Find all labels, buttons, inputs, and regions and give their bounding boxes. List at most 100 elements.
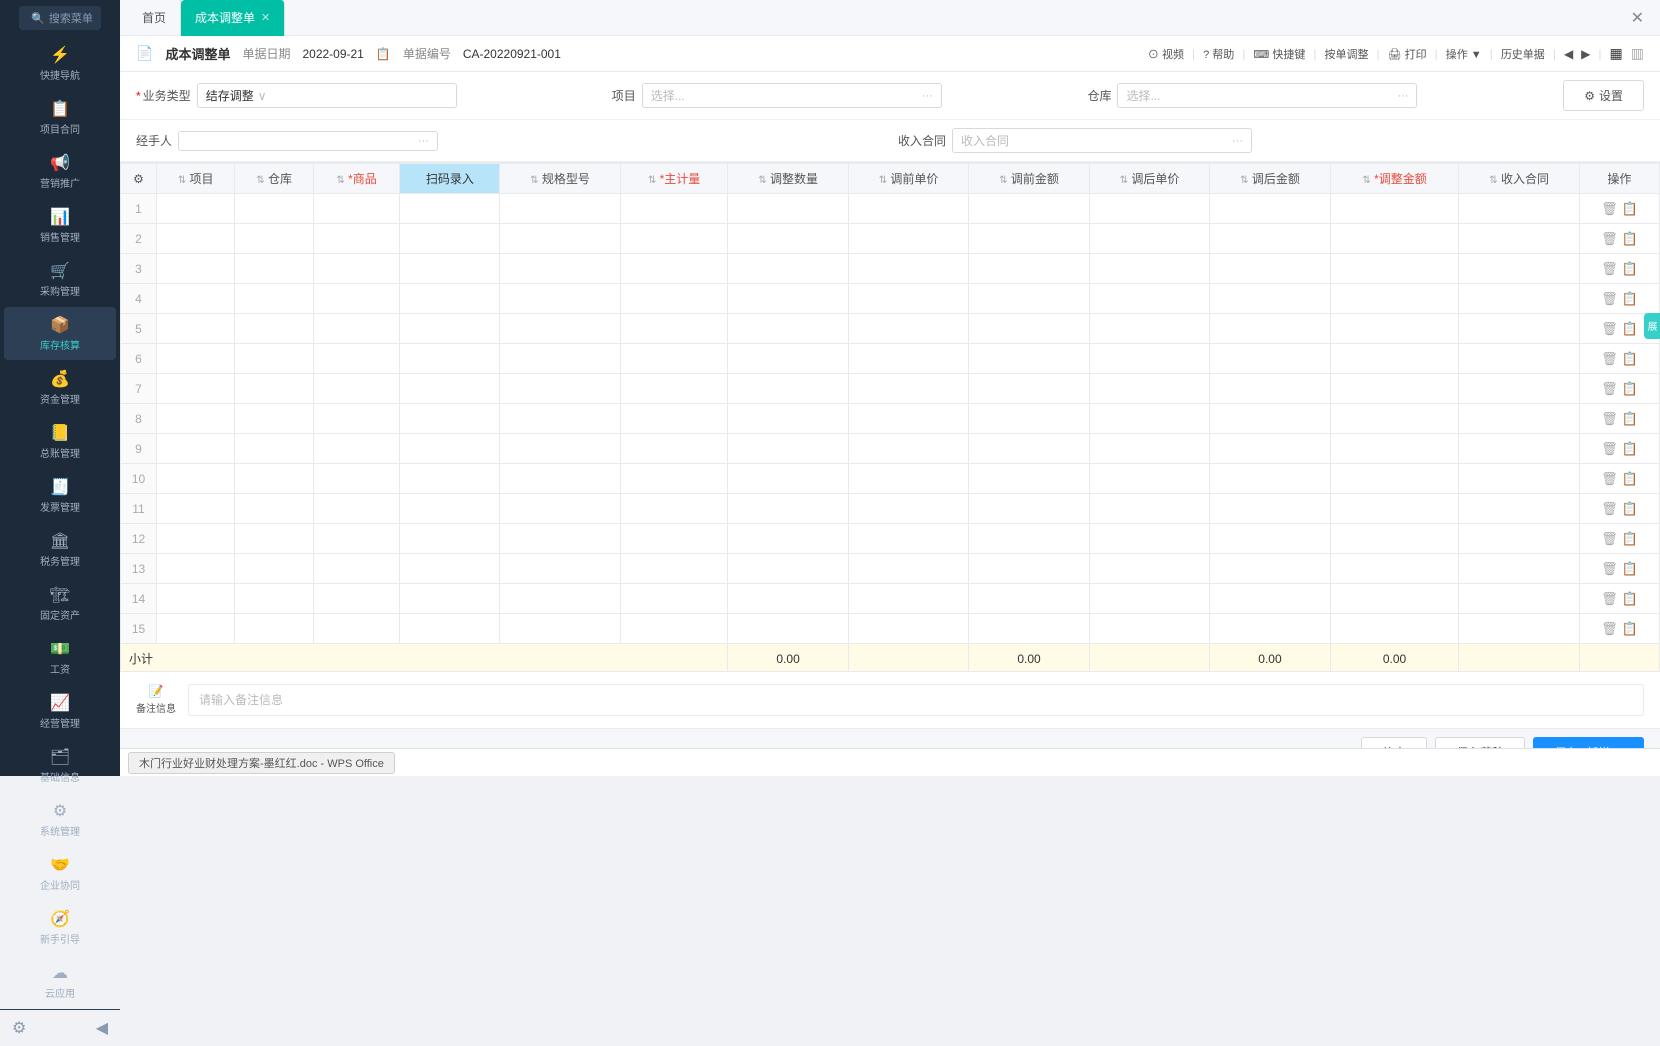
cell-r10-c2[interactable] [235,464,313,494]
cell-r1-c6[interactable] [620,194,728,224]
cell-r3-c10[interactable] [1089,254,1209,284]
cell-r15-c9[interactable] [969,614,1089,644]
col-settings[interactable]: ⚙ [121,164,157,194]
income-contract-input[interactable]: 收入合同 ··· [952,128,1252,153]
cell-r5-c11[interactable] [1210,314,1330,344]
nav-prev-btn[interactable]: ◀ [1564,47,1573,61]
cell-r12-c8[interactable] [848,524,968,554]
cell-r9-c6[interactable] [620,434,728,464]
cell-r8-c4[interactable] [400,404,500,434]
sidebar-item-sales-promotion[interactable]: 📢 营销推广 [4,145,116,198]
copy-row-btn[interactable]: 📋 [1622,411,1638,427]
cell-r2-c4[interactable] [400,224,500,254]
delete-row-btn[interactable]: 🗑 [1601,501,1618,517]
cell-r7-c12[interactable] [1330,374,1459,404]
sidebar-item-business-mgmt[interactable]: 📈 经营管理 [4,685,116,738]
cell-r13-c4[interactable] [400,554,500,584]
cell-r5-c6[interactable] [620,314,728,344]
copy-row-btn[interactable]: 📋 [1622,351,1638,367]
cell-r2-c10[interactable] [1089,224,1209,254]
cell-r6-c9[interactable] [969,344,1089,374]
cell-r4-c11[interactable] [1210,284,1330,314]
cell-r5-c4[interactable] [400,314,500,344]
cell-r6-c13[interactable] [1459,344,1579,374]
cell-r13-c12[interactable] [1330,554,1459,584]
cell-r11-c5[interactable] [500,494,620,524]
cell-r12-c7[interactable] [728,524,848,554]
cell-r6-c11[interactable] [1210,344,1330,374]
cell-r12-c13[interactable] [1459,524,1579,554]
cell-r9-c2[interactable] [235,434,313,464]
cell-r14-c6[interactable] [620,584,728,614]
copy-row-btn[interactable]: 📋 [1622,291,1638,307]
cell-r2-c8[interactable] [848,224,968,254]
cell-r11-c6[interactable] [620,494,728,524]
cell-r5-c2[interactable] [235,314,313,344]
cell-r15-c12[interactable] [1330,614,1459,644]
copy-row-btn[interactable]: 📋 [1622,261,1638,277]
cell-r9-c4[interactable] [400,434,500,464]
cell-r15-c6[interactable] [620,614,728,644]
right-edge-btn[interactable]: 展 [1644,313,1660,339]
cell-r2-c11[interactable] [1210,224,1330,254]
cell-r8-c10[interactable] [1089,404,1209,434]
action-review[interactable]: 按单调整 [1324,46,1368,62]
cell-r9-c1[interactable] [157,434,235,464]
cell-r10-c13[interactable] [1459,464,1579,494]
biz-type-input[interactable]: 结存调整 ∨ [197,83,457,108]
cell-r9-c10[interactable] [1089,434,1209,464]
cell-r10-c11[interactable] [1210,464,1330,494]
cell-r7-c1[interactable] [157,374,235,404]
cell-r2-c5[interactable] [500,224,620,254]
cell-r12-c11[interactable] [1210,524,1330,554]
cell-r12-c2[interactable] [235,524,313,554]
cell-r14-c7[interactable] [728,584,848,614]
cell-r14-c13[interactable] [1459,584,1579,614]
cell-r12-c9[interactable] [969,524,1089,554]
cell-r14-c1[interactable] [157,584,235,614]
delete-row-btn[interactable]: 🗑 [1601,561,1618,577]
cell-r12-c6[interactable] [620,524,728,554]
cell-r4-c3[interactable] [313,284,400,314]
cell-r10-c8[interactable] [848,464,968,494]
cell-r10-c6[interactable] [620,464,728,494]
cell-r8-c3[interactable] [313,404,400,434]
cell-r13-c9[interactable] [969,554,1089,584]
delete-row-btn[interactable]: 🗑 [1601,201,1618,217]
cell-r7-c3[interactable] [313,374,400,404]
collapse-icon[interactable]: ◀ [96,1018,108,1038]
cell-r6-c3[interactable] [313,344,400,374]
cell-r13-c11[interactable] [1210,554,1330,584]
cell-r11-c10[interactable] [1089,494,1209,524]
delete-row-btn[interactable]: 🗑 [1601,231,1618,247]
action-help[interactable]: ? 帮助 [1203,46,1234,62]
cell-r9-c13[interactable] [1459,434,1579,464]
delete-row-btn[interactable]: 🗑 [1601,411,1618,427]
settings-btn[interactable]: ⚙ 设置 [1563,80,1644,111]
cell-r14-c9[interactable] [969,584,1089,614]
cell-r15-c2[interactable] [235,614,313,644]
nav-next-btn[interactable]: ▶ [1581,47,1590,61]
cell-r6-c10[interactable] [1089,344,1209,374]
cell-r15-c8[interactable] [848,614,968,644]
action-shortcut[interactable]: ⌨ 快捷键 [1253,46,1305,62]
warehouse-input[interactable]: 选择... ··· [1117,83,1417,108]
cell-r13-c1[interactable] [157,554,235,584]
cell-r11-c9[interactable] [969,494,1089,524]
delete-row-btn[interactable]: 🗑 [1601,261,1618,277]
notes-input[interactable]: 请输入备注信息 [188,684,1644,716]
cell-r3-c6[interactable] [620,254,728,284]
delete-row-btn[interactable]: 🗑 [1601,621,1618,637]
cell-r10-c5[interactable] [500,464,620,494]
cell-r2-c7[interactable] [728,224,848,254]
tab-home[interactable]: 首页 [128,0,181,36]
cell-r12-c4[interactable] [400,524,500,554]
delete-row-btn[interactable]: 🗑 [1601,531,1618,547]
sidebar-item-cloud-app[interactable]: ☁ 云应用 [4,955,116,1008]
cell-r8-c6[interactable] [620,404,728,434]
cell-r13-c10[interactable] [1089,554,1209,584]
cell-r10-c10[interactable] [1089,464,1209,494]
sidebar-item-basic-info[interactable]: 🗂 基础信息 [4,739,116,792]
copy-row-btn[interactable]: 📋 [1622,621,1638,637]
cell-r8-c8[interactable] [848,404,968,434]
